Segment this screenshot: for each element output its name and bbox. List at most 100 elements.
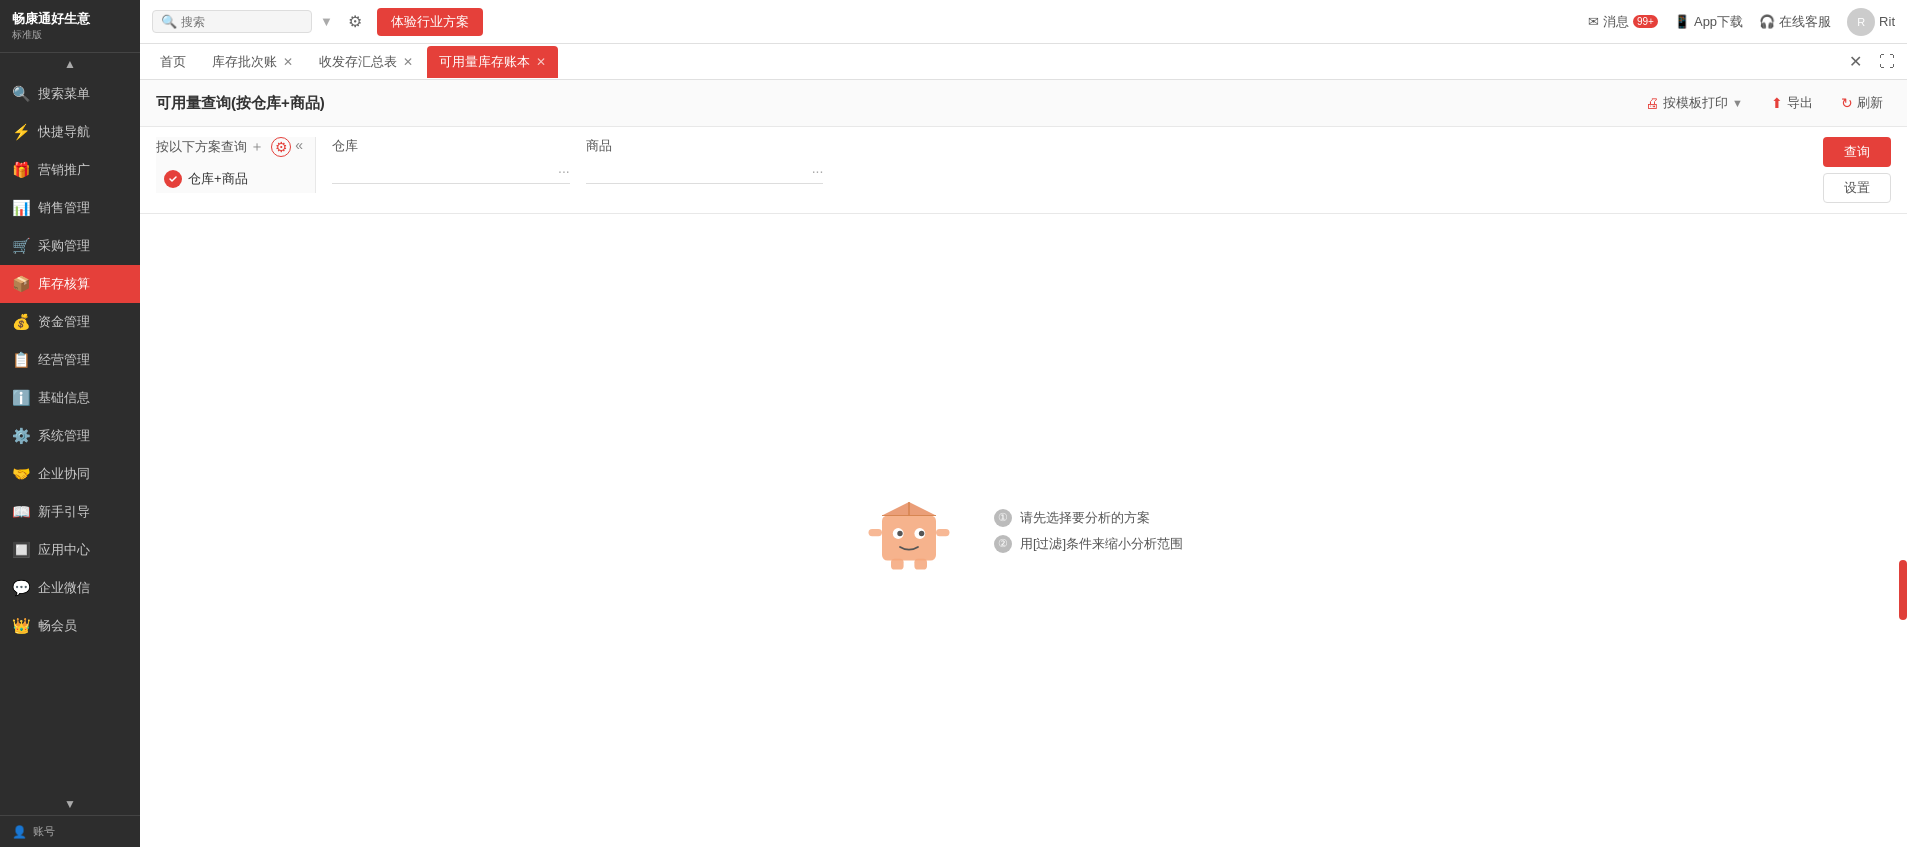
avatar-initials: R [1857, 16, 1865, 28]
tab-summary[interactable]: 收发存汇总表 ✕ [307, 46, 425, 78]
hint-number-2: ② [994, 535, 1012, 553]
export-icon: ⬆ [1771, 95, 1783, 111]
scheme-item-label: 仓库+商品 [188, 170, 248, 188]
sidebar-item-basic[interactable]: ℹ️ 基础信息 [0, 379, 140, 417]
tab-inventory-batch-close[interactable]: ✕ [283, 55, 293, 69]
tabs-right-controls: ✕ ⛶ [1843, 50, 1899, 74]
chevron-down-icon[interactable]: ▼ [320, 14, 333, 29]
empty-state: ① 请先选择要分析的方案 ② 用[过滤]条件来缩小分析范围 [140, 214, 1907, 847]
product-more-icon[interactable]: ··· [812, 163, 824, 179]
settings-button[interactable]: 设置 [1823, 173, 1891, 203]
scheme-item-warehouse-product[interactable]: 仓库+商品 [156, 165, 303, 193]
member-icon: 👑 [12, 617, 30, 635]
chevron-down-icon[interactable]: ▼ [1732, 97, 1743, 109]
page-area: 可用量查询(按仓库+商品) 🖨 按模板打印 ▼ ⬆ 导出 ↻ 刷新 [140, 80, 1907, 847]
scheme-item-icon [164, 170, 182, 188]
tab-summary-close[interactable]: ✕ [403, 55, 413, 69]
sidebar-item-member[interactable]: 👑 畅会员 [0, 607, 140, 645]
product-input[interactable] [586, 164, 806, 179]
sidebar-item-label: 基础信息 [38, 389, 90, 407]
hint-text-1: 请先选择要分析的方案 [1020, 509, 1150, 527]
business-icon: 📋 [12, 351, 30, 369]
query-scheme-actions: ＋ ⚙ « [247, 137, 303, 157]
sidebar-item-label: 采购管理 [38, 237, 90, 255]
sidebar-item-label: 资金管理 [38, 313, 90, 331]
empty-hint-1: ① 请先选择要分析的方案 [994, 509, 1183, 527]
search-icon: 🔍 [161, 14, 177, 29]
svg-rect-9 [936, 529, 950, 536]
apps-icon: 🔲 [12, 541, 30, 559]
tabs-bar: 首页 库存批次账 ✕ 收发存汇总表 ✕ 可用量库存账本 ✕ ✕ ⛶ [140, 44, 1907, 80]
refresh-button[interactable]: ↻ 刷新 [1833, 90, 1891, 116]
tab-summary-label: 收发存汇总表 [319, 53, 397, 71]
sidebar-item-label: 企业协同 [38, 465, 90, 483]
sidebar-item-quick-nav[interactable]: ⚡ 快捷导航 [0, 113, 140, 151]
sidebar-item-label: 库存核算 [38, 275, 90, 293]
hint-text-2: 用[过滤]条件来缩小分析范围 [1020, 535, 1183, 553]
message-badge: 99+ [1633, 15, 1658, 28]
inventory-icon: 📦 [12, 275, 30, 293]
page-header-actions: 🖨 按模板打印 ▼ ⬆ 导出 ↻ 刷新 [1637, 90, 1891, 116]
sidebar-item-label: 畅会员 [38, 617, 77, 635]
tab-inventory-batch[interactable]: 库存批次账 ✕ [200, 46, 305, 78]
online-service-label: 在线客服 [1779, 13, 1831, 31]
tab-expand-button[interactable]: ⛶ [1875, 50, 1899, 74]
query-actions: 查询 设置 [1823, 137, 1891, 203]
page-title: 可用量查询(按仓库+商品) [156, 94, 325, 113]
scheme-settings-button[interactable]: ⚙ [271, 137, 291, 157]
tab-close-button[interactable]: ✕ [1843, 50, 1867, 74]
sidebar-item-finance[interactable]: 💰 资金管理 [0, 303, 140, 341]
user-profile[interactable]: R Rit [1847, 8, 1895, 36]
query-scheme: 按以下方案查询 ＋ ⚙ « 仓库+商品 [156, 137, 316, 193]
sidebar-item-sales[interactable]: 📊 销售管理 [0, 189, 140, 227]
sidebar-scroll-up[interactable]: ▲ [0, 53, 140, 75]
sidebar-item-label: 销售管理 [38, 199, 90, 217]
product-field-label: 商品 [586, 137, 824, 155]
sidebar-item-label: 应用中心 [38, 541, 90, 559]
message-icon: ✉ [1588, 14, 1599, 29]
right-scrollbar[interactable] [1899, 560, 1907, 620]
sidebar-item-business[interactable]: 📋 经营管理 [0, 341, 140, 379]
print-button[interactable]: 🖨 按模板打印 ▼ [1637, 90, 1751, 116]
username-label: Rit [1879, 14, 1895, 29]
warehouse-input[interactable] [332, 164, 552, 179]
tab-inventory-batch-label: 库存批次账 [212, 53, 277, 71]
svg-rect-11 [914, 559, 927, 570]
collapse-scheme-button[interactable]: « [295, 137, 303, 157]
tab-available-stock-close[interactable]: ✕ [536, 55, 546, 69]
export-button[interactable]: ⬆ 导出 [1763, 90, 1821, 116]
sidebar-item-label: 企业微信 [38, 579, 90, 597]
sidebar-bottom: 👤 账号 [0, 815, 140, 847]
tab-home[interactable]: 首页 [148, 46, 198, 78]
sidebar-item-purchase[interactable]: 🛒 采购管理 [0, 227, 140, 265]
sidebar-item-inventory[interactable]: 📦 库存核算 [0, 265, 140, 303]
purchase-icon: 🛒 [12, 237, 30, 255]
trial-button[interactable]: 体验行业方案 [377, 8, 483, 36]
add-scheme-button[interactable]: ＋ [247, 137, 267, 157]
message-button[interactable]: ✉ 消息 99+ [1588, 13, 1658, 31]
sidebar-item-apps[interactable]: 🔲 应用中心 [0, 531, 140, 569]
basic-icon: ℹ️ [12, 389, 30, 407]
settings-icon[interactable]: ⚙ [341, 8, 369, 36]
sidebar-item-system[interactable]: ⚙️ 系统管理 [0, 417, 140, 455]
search-input[interactable] [181, 15, 301, 29]
warehouse-more-icon[interactable]: ··· [558, 163, 570, 179]
sidebar-username: 账号 [33, 824, 55, 839]
warehouse-field-label: 仓库 [332, 137, 570, 155]
empty-hint-2: ② 用[过滤]条件来缩小分析范围 [994, 535, 1183, 553]
tab-available-stock[interactable]: 可用量库存账本 ✕ [427, 46, 558, 78]
sidebar-item-marketing[interactable]: 🎁 营销推广 [0, 151, 140, 189]
print-icon: 🖨 [1645, 95, 1659, 111]
sidebar-item-coop[interactable]: 🤝 企业协同 [0, 455, 140, 493]
query-button[interactable]: 查询 [1823, 137, 1891, 167]
topbar-search-box[interactable]: 🔍 [152, 10, 312, 33]
sidebar-item-wechat[interactable]: 💬 企业微信 [0, 569, 140, 607]
app-download-button[interactable]: 📱 App下载 [1674, 13, 1743, 31]
sidebar-item-label: 营销推广 [38, 161, 90, 179]
sidebar-scroll-down[interactable]: ▼ [0, 793, 140, 815]
online-service-button[interactable]: 🎧 在线客服 [1759, 13, 1831, 31]
sidebar-item-search[interactable]: 🔍 搜索菜单 [0, 75, 140, 113]
sidebar-item-label: 系统管理 [38, 427, 90, 445]
product-input-wrapper: ··· [586, 159, 824, 184]
sidebar-item-newbie[interactable]: 📖 新手引导 [0, 493, 140, 531]
